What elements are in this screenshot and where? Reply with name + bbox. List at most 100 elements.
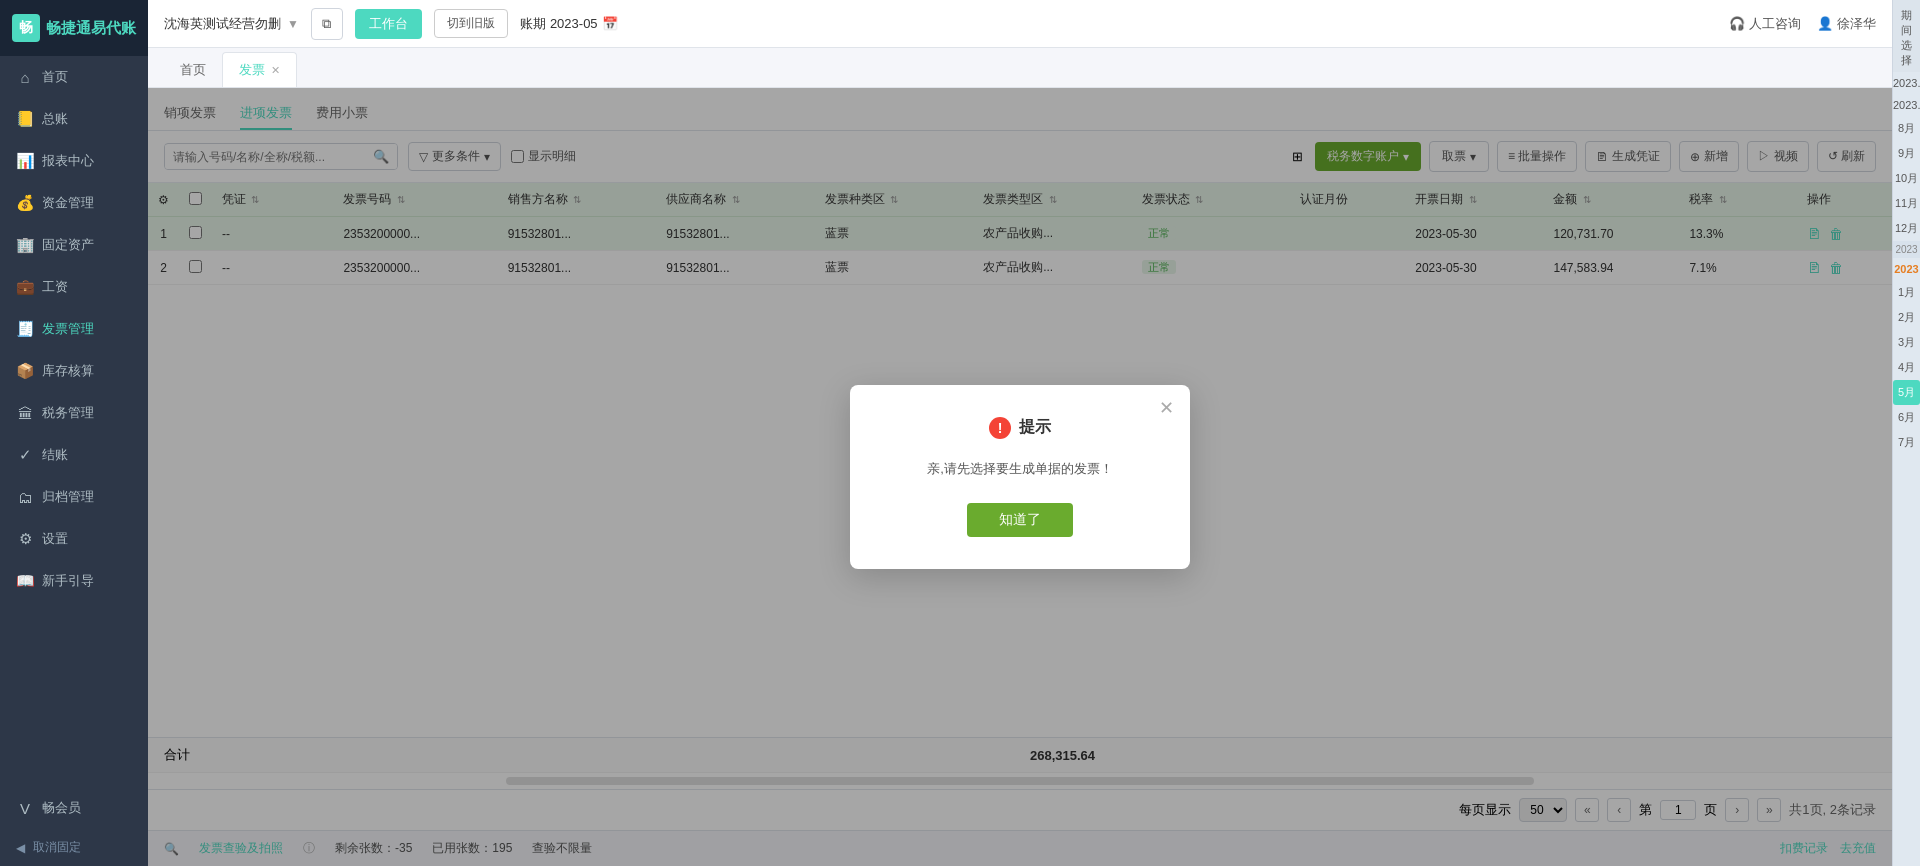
sidebar-item-assets[interactable]: 🏢 固定资产 [0, 224, 148, 266]
sidebar-item-ledger-label: 总账 [42, 110, 68, 128]
member-icon: V [16, 800, 34, 817]
sidebar-item-home-label: 首页 [42, 68, 68, 86]
period-month-9[interactable]: 9月 [1893, 141, 1920, 166]
sidebar-item-invoice-label: 发票管理 [42, 320, 94, 338]
period-year-label[interactable]: 2023 [1893, 258, 1920, 280]
period-value: 2023-05 [550, 16, 598, 31]
sidebar-item-tax[interactable]: 🏛 税务管理 [0, 392, 148, 434]
sidebar-item-member[interactable]: V 畅会员 [0, 787, 148, 829]
period-month-2023-05b[interactable]: 2023.05 [1893, 94, 1920, 116]
period-month-11[interactable]: 11月 [1893, 191, 1920, 216]
settle-icon: ✓ [16, 446, 34, 464]
company-selector[interactable]: 沈海英测试经营勿删 ▼ [164, 15, 299, 33]
sidebar-item-invoice[interactable]: 🧾 发票管理 [0, 308, 148, 350]
settings-icon: ⚙ [16, 530, 34, 548]
user-name: 徐泽华 [1837, 15, 1876, 33]
pin-label: 取消固定 [33, 839, 81, 856]
company-arrow-icon: ▼ [287, 17, 299, 31]
sidebar-item-reports[interactable]: 📊 报表中心 [0, 140, 148, 182]
modal-close-button[interactable]: ✕ [1159, 397, 1174, 419]
sidebar-item-archive-label: 归档管理 [42, 488, 94, 506]
home-icon: ⌂ [16, 69, 34, 86]
sidebar-item-settle[interactable]: ✓ 结账 [0, 434, 148, 476]
reports-icon: 📊 [16, 152, 34, 170]
sidebar-item-inventory[interactable]: 📦 库存核算 [0, 350, 148, 392]
period-month-8[interactable]: 8月 [1893, 116, 1920, 141]
sidebar-item-settle-label: 结账 [42, 446, 68, 464]
funds-icon: 💰 [16, 194, 34, 212]
workspace-button[interactable]: 工作台 [355, 9, 422, 39]
period-selector-panel: 期间选择 2023.05 2023.05 8月 9月 10月 11月 12月 2… [1892, 0, 1920, 866]
switch-version-button[interactable]: 切到旧版 [434, 9, 508, 38]
period-label: 账期 [520, 15, 546, 33]
period-month-2023-05a[interactable]: 2023.05 [1893, 72, 1920, 94]
period-month-2[interactable]: 2月 [1893, 305, 1920, 330]
salary-icon: 💼 [16, 278, 34, 296]
sidebar-item-guide-label: 新手引导 [42, 572, 94, 590]
modal-overlay: ✕ ! 提示 亲,请先选择要生成单据的发票！ 知道了 [148, 88, 1892, 866]
modal-title: 提示 [1019, 417, 1051, 438]
sidebar: 畅 畅捷通易代账 ⌂ 首页 📒 总账 📊 报表中心 💰 资金管理 🏢 固定资产 … [0, 0, 148, 866]
period-month-6[interactable]: 6月 [1893, 405, 1920, 430]
tab-home-label: 首页 [180, 61, 206, 79]
tab-home[interactable]: 首页 [164, 53, 222, 87]
sidebar-item-archive[interactable]: 🗂 归档管理 [0, 476, 148, 518]
modal-warn-icon: ! [989, 417, 1011, 439]
assets-icon: 🏢 [16, 236, 34, 254]
pin-icon: ◀ [16, 841, 25, 855]
period-month-10[interactable]: 10月 [1893, 166, 1920, 191]
period-month-3[interactable]: 3月 [1893, 330, 1920, 355]
sidebar-item-tax-label: 税务管理 [42, 404, 94, 422]
sidebar-item-salary[interactable]: 💼 工资 [0, 266, 148, 308]
sidebar-item-settings[interactable]: ⚙ 设置 [0, 518, 148, 560]
modal-message: 亲,请先选择要生成单据的发票！ [890, 459, 1150, 480]
app-logo: 畅 畅捷通易代账 [0, 0, 148, 56]
tab-invoice[interactable]: 发票 ✕ [222, 52, 297, 87]
sidebar-item-settings-label: 设置 [42, 530, 68, 548]
tab-invoice-label: 发票 [239, 61, 265, 79]
service-label: 人工咨询 [1749, 15, 1801, 33]
page-content: 销项发票 进项发票 费用小票 🔍 ▽ 更多条件 ▾ [148, 88, 1892, 866]
topbar: 沈海英测试经营勿删 ▼ ⧉ 工作台 切到旧版 账期 2023-05 📅 🎧 人工… [148, 0, 1892, 48]
sidebar-item-inventory-label: 库存核算 [42, 362, 94, 380]
company-action-icon[interactable]: ⧉ [311, 8, 343, 40]
sidebar-item-assets-label: 固定资产 [42, 236, 94, 254]
headset-icon: 🎧 [1729, 16, 1745, 31]
tab-close-icon[interactable]: ✕ [271, 64, 280, 77]
logo-icon: 畅 [12, 14, 40, 42]
company-name: 沈海英测试经营勿删 [164, 15, 281, 33]
period-month-7[interactable]: 7月 [1893, 430, 1920, 455]
period-month-1[interactable]: 1月 [1893, 280, 1920, 305]
main-content: 沈海英测试经营勿删 ▼ ⧉ 工作台 切到旧版 账期 2023-05 📅 🎧 人工… [148, 0, 1892, 866]
guide-icon: 📖 [16, 572, 34, 590]
period-year-2023: 2023 [1893, 241, 1920, 258]
sidebar-item-guide[interactable]: 📖 新手引导 [0, 560, 148, 602]
calendar-icon: 📅 [602, 16, 618, 31]
sidebar-pin-btn[interactable]: ◀ 取消固定 [0, 829, 148, 866]
sidebar-bottom: V 畅会员 ◀ 取消固定 [0, 787, 148, 866]
inventory-icon: 📦 [16, 362, 34, 380]
service-button[interactable]: 🎧 人工咨询 [1729, 15, 1801, 33]
modal-confirm-button[interactable]: 知道了 [967, 503, 1073, 537]
ledger-icon: 📒 [16, 110, 34, 128]
period-month-12[interactable]: 12月 [1893, 216, 1920, 241]
sidebar-item-reports-label: 报表中心 [42, 152, 94, 170]
modal-title-row: ! 提示 [890, 417, 1150, 439]
user-menu[interactable]: 👤 徐泽华 [1817, 15, 1876, 33]
period-month-5[interactable]: 5月 [1893, 380, 1920, 405]
topbar-right: 🎧 人工咨询 👤 徐泽华 [1729, 15, 1876, 33]
sidebar-item-funds-label: 资金管理 [42, 194, 94, 212]
user-icon: 👤 [1817, 16, 1833, 31]
period-display: 账期 2023-05 📅 [520, 15, 618, 33]
period-selector-title: 期间选择 [1893, 0, 1920, 72]
sidebar-item-home[interactable]: ⌂ 首页 [0, 56, 148, 98]
invoice-icon: 🧾 [16, 320, 34, 338]
sidebar-item-member-label: 畅会员 [42, 799, 81, 817]
sidebar-item-funds[interactable]: 💰 资金管理 [0, 182, 148, 224]
modal-dialog: ✕ ! 提示 亲,请先选择要生成单据的发票！ 知道了 [850, 385, 1190, 570]
period-month-4[interactable]: 4月 [1893, 355, 1920, 380]
copy-icon: ⧉ [322, 16, 331, 32]
sidebar-item-ledger[interactable]: 📒 总账 [0, 98, 148, 140]
archive-icon: 🗂 [16, 489, 34, 506]
app-name: 畅捷通易代账 [46, 19, 136, 38]
